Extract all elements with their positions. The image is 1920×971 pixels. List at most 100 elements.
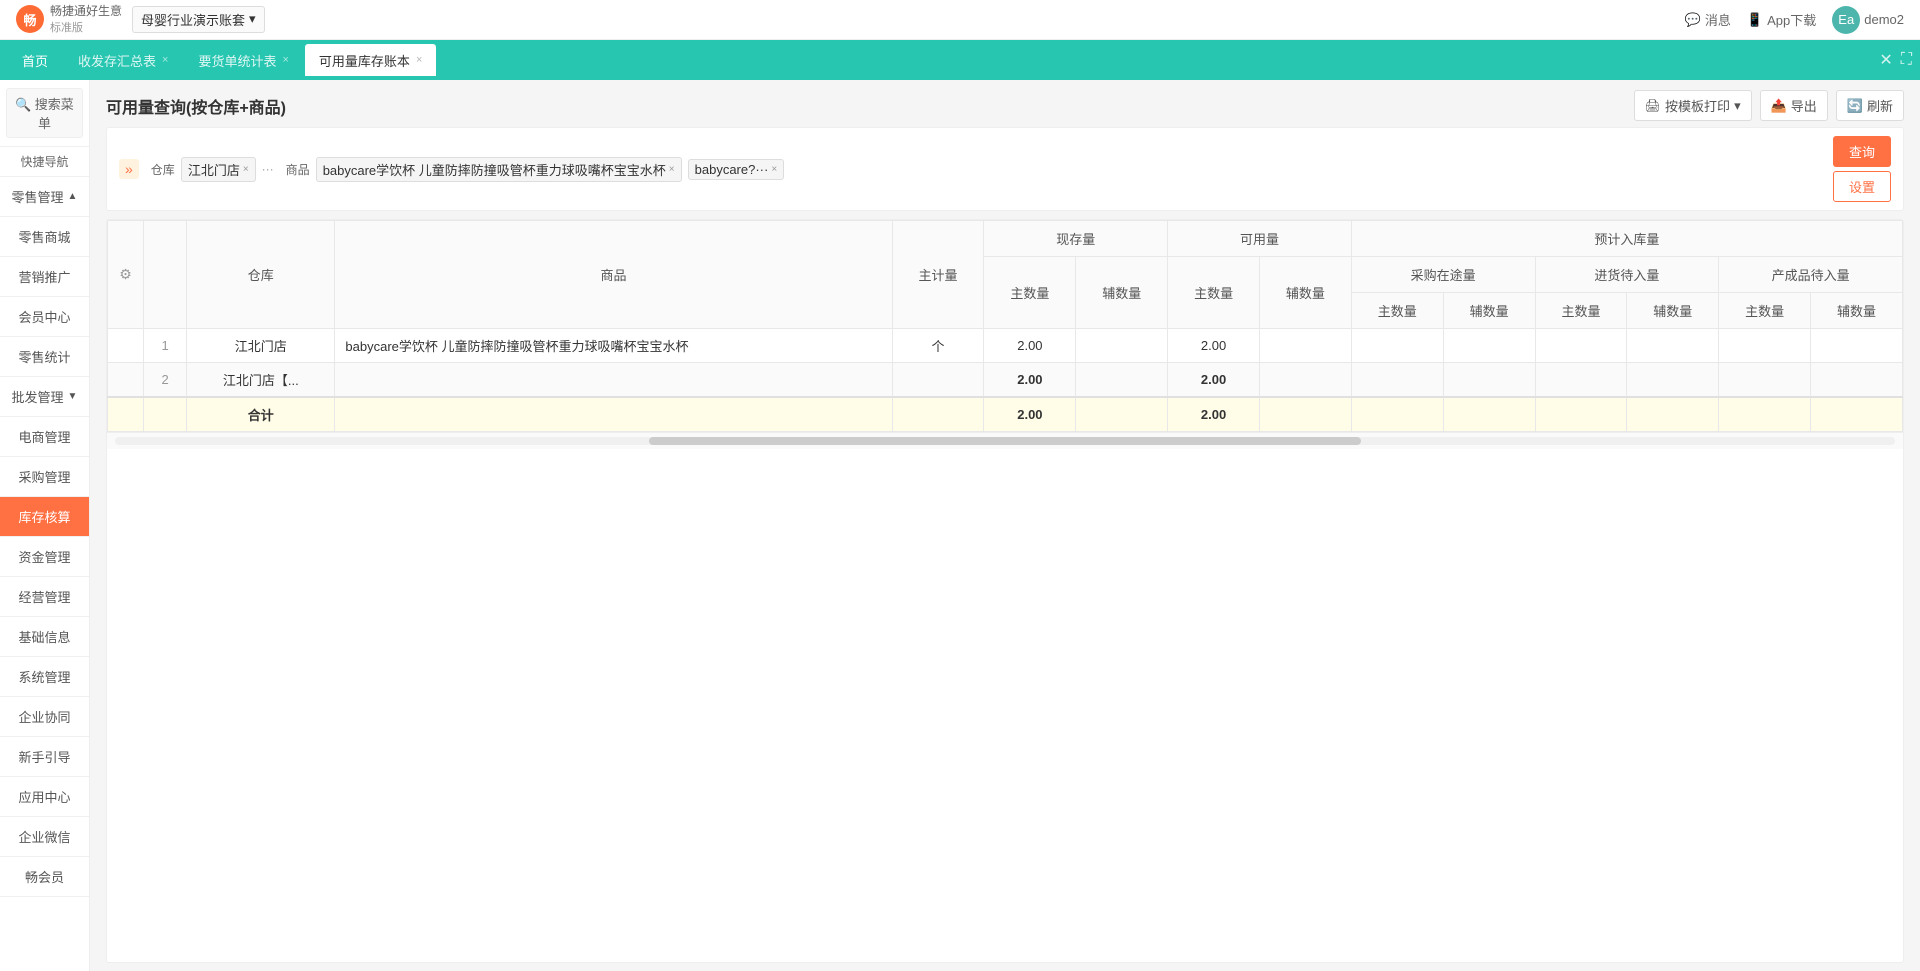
page-header: 可用量查询(按仓库+商品) 🖨 按模板打印 ▾ 📤 导出 🔄 刷新 <box>90 80 1920 127</box>
message-icon: 💬 <box>1685 12 1701 28</box>
col-estimated-header: 预计入库量 <box>1351 221 1902 257</box>
sidebar-search-btn[interactable]: 🔍 搜索菜单 <box>6 88 83 138</box>
export-btn[interactable]: 📤 导出 <box>1760 90 1828 121</box>
col-avail-main-cell: 2.00 <box>1168 363 1260 398</box>
sidebar-item-marketing[interactable]: 营销推广 <box>0 257 89 297</box>
sidebar-item-label: 零售商城 <box>18 227 70 246</box>
col-num-cell: 2 <box>144 363 187 398</box>
tab-available[interactable]: 可用量库存账本 × <box>305 44 436 76</box>
tab-orders-label: 要货单统计表 <box>198 51 276 70</box>
sidebar-item-wholesale-mgmt[interactable]: 批发管理 ▼ <box>0 377 89 417</box>
col-p-main-cell <box>1351 329 1443 363</box>
table-settings-icon[interactable]: ⚙ <box>119 266 132 282</box>
query-btn[interactable]: 查询 <box>1833 136 1891 167</box>
sidebar-item-purchase[interactable]: 采购管理 <box>0 457 89 497</box>
col-product-cell: babycare学饮杯 儿童防摔防撞吸管杯重力球吸嘴杯宝宝水杯 <box>335 329 892 363</box>
summary-f-aux <box>1811 397 1903 432</box>
set-btn[interactable]: 设置 <box>1833 171 1891 202</box>
sidebar-item-finance[interactable]: 资金管理 <box>0 537 89 577</box>
tab-receipts-close[interactable]: × <box>162 54 168 66</box>
sidebar-item-retail-mall[interactable]: 零售商城 <box>0 217 89 257</box>
sidebar-item-wechat[interactable]: 企业微信 <box>0 817 89 857</box>
col-num-header <box>144 221 187 329</box>
sidebar-item-system[interactable]: 系统管理 <box>0 657 89 697</box>
tab-home[interactable]: 首页 <box>8 44 62 76</box>
sidebar: 🔍 搜索菜单 快捷导航 零售管理 ▲ 零售商城 营销推广 会员中心 零售统计 批… <box>0 80 90 971</box>
refresh-label: 刷新 <box>1867 96 1893 115</box>
scrollbar-thumb[interactable] <box>649 437 1361 445</box>
col-num-cell: 1 <box>144 329 187 363</box>
sidebar-item-operations[interactable]: 经营管理 <box>0 577 89 617</box>
phone-icon: 📱 <box>1747 12 1763 28</box>
export-label: 导出 <box>1791 96 1817 115</box>
industry-selector[interactable]: 母婴行业演示账套 ▾ <box>132 6 265 33</box>
filter-expand-btn[interactable]: » <box>119 159 139 179</box>
refresh-btn[interactable]: 🔄 刷新 <box>1836 90 1904 121</box>
sidebar-item-retail-mgmt[interactable]: 零售管理 ▲ <box>0 177 89 217</box>
col-finished-aux-header: 辅数量 <box>1811 293 1903 329</box>
product-tag1-remove[interactable]: × <box>669 164 675 175</box>
warehouse-tag-remove[interactable]: × <box>243 164 249 175</box>
sidebar-item-inventory[interactable]: 库存核算 <box>0 497 89 537</box>
summary-row: 合计 2.00 2.00 <box>108 397 1903 432</box>
warehouse-filter-tag: 江北门店 × <box>181 157 256 182</box>
logo: 畅 畅捷通好生意 标准版 <box>16 4 122 34</box>
app-label: App下载 <box>1767 10 1816 29</box>
summary-i-main <box>1535 397 1627 432</box>
sidebar-item-label: 企业协同 <box>18 707 70 726</box>
tab-available-close[interactable]: × <box>416 54 422 66</box>
print-template-btn[interactable]: 🖨 按模板打印 ▾ <box>1634 90 1752 121</box>
col-stock-main-cell: 2.00 <box>984 363 1076 398</box>
col-i-aux-cell <box>1627 329 1719 363</box>
nav-tabs: 首页 收发存汇总表 × 要货单统计表 × 可用量库存账本 × ✕ ⛶ <box>0 40 1920 80</box>
col-incoming-pending-header: 进货待入量 <box>1535 257 1719 293</box>
sidebar-item-label: 会员中心 <box>18 307 70 326</box>
logo-icon: 畅 <box>16 5 44 33</box>
search-icon: 🔍 <box>15 97 31 112</box>
expand-window-btn[interactable]: ⛶ <box>1901 51 1912 69</box>
chevron-icon: ▼ <box>68 391 78 402</box>
app-download-btn[interactable]: 📱 App下载 <box>1747 10 1816 29</box>
warehouse-more-dots[interactable]: ··· <box>262 162 274 176</box>
product-filter-label: 商品 <box>286 161 310 178</box>
inventory-table: ⚙ 仓库 商品 主计量 现存量 可用量 预计入库量 主数量 辅数量 主数量 <box>107 220 1903 432</box>
chevron-icon: ▲ <box>68 191 78 202</box>
sidebar-item-vip[interactable]: 畅会员 <box>0 857 89 897</box>
summary-label: 合计 <box>187 397 335 432</box>
col-incoming-main-header: 主数量 <box>1535 293 1627 329</box>
sidebar-item-members[interactable]: 会员中心 <box>0 297 89 337</box>
sidebar-item-appstore[interactable]: 应用中心 <box>0 777 89 817</box>
table-row: 2 江北门店【... 2.00 2.00 <box>108 363 1903 398</box>
summary-stock-main: 2.00 <box>984 397 1076 432</box>
tab-orders-close[interactable]: × <box>282 54 288 66</box>
col-p-main-cell <box>1351 363 1443 398</box>
product-filter-tag1: babycare学饮杯 儿童防摔防撞吸管杯重力球吸嘴杯宝宝水杯 × <box>316 157 682 182</box>
sidebar-item-basics[interactable]: 基础信息 <box>0 617 89 657</box>
horizontal-scrollbar[interactable] <box>115 437 1895 445</box>
avatar: Ea <box>1832 6 1860 34</box>
message-btn[interactable]: 💬 消息 <box>1685 10 1731 29</box>
sidebar-item-label: 基础信息 <box>18 627 70 646</box>
chevron-down-icon: ▾ <box>249 11 256 27</box>
user-profile[interactable]: Ea demo2 <box>1832 6 1904 34</box>
sidebar-item-label: 经营管理 <box>18 587 70 606</box>
filter-bar: » 仓库 江北门店 × ··· 商品 babycare学饮杯 儿童防摔防撞吸管杯… <box>106 127 1904 211</box>
sidebar-item-label: 库存核算 <box>18 507 70 526</box>
sidebar-search-label: 搜索菜单 <box>35 97 74 131</box>
quick-nav-btn[interactable]: 快捷导航 <box>0 147 89 177</box>
product-tag2-remove[interactable]: × <box>771 164 777 175</box>
close-window-btn[interactable]: ✕ <box>1879 50 1892 70</box>
warehouse-filter-label: 仓库 <box>151 161 175 178</box>
sidebar-item-ecommerce[interactable]: 电商管理 <box>0 417 89 457</box>
col-f-main-cell <box>1719 329 1811 363</box>
sidebar-item-retail-stats[interactable]: 零售统计 <box>0 337 89 377</box>
tab-receipts[interactable]: 收发存汇总表 × <box>64 44 182 76</box>
product-filter-group: 商品 babycare学饮杯 儿童防摔防撞吸管杯重力球吸嘴杯宝宝水杯 × bab… <box>286 157 785 182</box>
warehouse-filter-value: 江北门店 <box>188 160 240 179</box>
tab-orders[interactable]: 要货单统计表 × <box>184 44 302 76</box>
sidebar-item-enterprise[interactable]: 企业协同 <box>0 697 89 737</box>
logo-text-block: 畅捷通好生意 标准版 <box>50 4 122 34</box>
sidebar-item-newbie[interactable]: 新手引导 <box>0 737 89 777</box>
sidebar-item-label: 批发管理 <box>12 387 64 406</box>
col-purchase-aux-header: 辅数量 <box>1443 293 1535 329</box>
